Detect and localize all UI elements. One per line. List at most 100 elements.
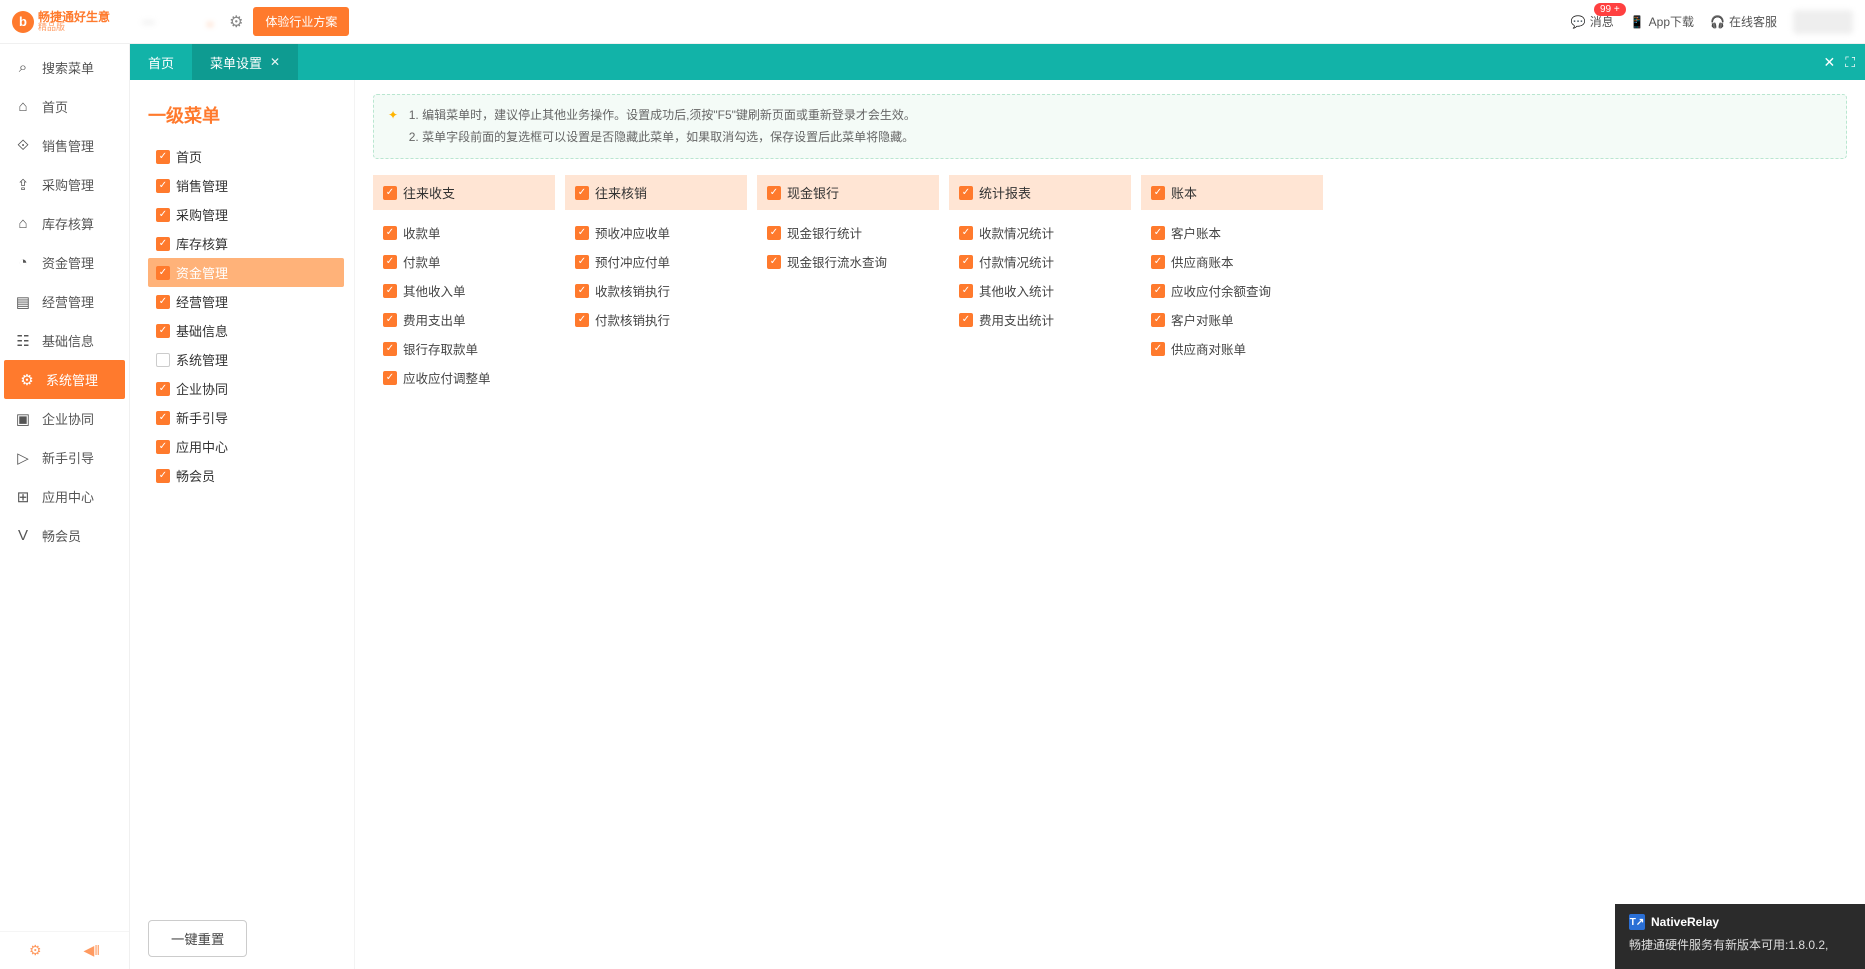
checkbox-icon[interactable]: ✓ [767, 226, 781, 240]
checkbox-icon[interactable]: ✓ [575, 255, 589, 269]
checkbox-icon[interactable]: ✓ [575, 284, 589, 298]
nav-item-11[interactable]: ⊞应用中心 [0, 477, 129, 516]
submenu-item[interactable]: ✓银行存取款单 [383, 334, 545, 363]
checkbox-icon[interactable]: ✓ [156, 382, 170, 396]
update-toast[interactable]: T↗ NativeRelay 畅捷通硬件服务有新版本可用:1.8.0.2, [1615, 904, 1865, 969]
settings-footer-icon[interactable]: ⚙ [29, 942, 42, 959]
tab-home[interactable]: 首页 [130, 44, 192, 80]
primary-menu-item[interactable]: ✓企业协同 [148, 374, 344, 403]
nav-item-9[interactable]: ▣企业协同 [0, 399, 129, 438]
submenu-item[interactable]: ✓客户账本 [1151, 218, 1313, 247]
messages-button[interactable]: 💬 消息 99 + [1571, 13, 1614, 30]
checkbox-icon[interactable]: ✓ [575, 186, 589, 200]
gear-icon[interactable]: ⚙ [229, 12, 243, 32]
primary-menu-item[interactable]: ✓销售管理 [148, 171, 344, 200]
checkbox-icon[interactable]: ✓ [959, 226, 973, 240]
submenu-item[interactable]: ✓付款核销执行 [575, 305, 737, 334]
submenu-item[interactable]: ✓现金银行流水查询 [767, 247, 929, 276]
checkbox-icon[interactable]: ✓ [383, 186, 397, 200]
checkbox-icon[interactable]: ✓ [575, 226, 589, 240]
submenu-item[interactable]: ✓客户对账单 [1151, 305, 1313, 334]
nav-item-8[interactable]: ⚙系统管理 [4, 360, 125, 399]
primary-menu-item[interactable]: ✓系统管理 [148, 345, 344, 374]
nav-item-6[interactable]: ▤经营管理 [0, 282, 129, 321]
submenu-item[interactable]: ✓预付冲应付单 [575, 247, 737, 276]
nav-item-2[interactable]: ⟐销售管理 [0, 126, 129, 165]
nav-item-7[interactable]: ☷基础信息 [0, 321, 129, 360]
checkbox-icon[interactable]: ✓ [383, 255, 397, 269]
submenu-item[interactable]: ✓预收冲应收单 [575, 218, 737, 247]
nav-item-5[interactable]: ◔资金管理 [0, 243, 129, 282]
checkbox-icon[interactable]: ✓ [1151, 226, 1165, 240]
close-all-tabs-icon[interactable]: ✕ [1823, 54, 1835, 71]
submenu-item[interactable]: ✓费用支出统计 [959, 305, 1121, 334]
menu-group-header[interactable]: ✓统计报表 [949, 175, 1131, 210]
submenu-item[interactable]: ✓应收应付调整单 [383, 363, 545, 392]
primary-menu-item[interactable]: ✓资金管理 [148, 258, 344, 287]
checkbox-icon[interactable]: ✓ [383, 284, 397, 298]
nav-item-4[interactable]: ⌂库存核算 [0, 204, 129, 243]
checkbox-icon[interactable]: ✓ [156, 266, 170, 280]
try-plan-button[interactable]: 体验行业方案 [253, 7, 349, 36]
fullscreen-icon[interactable]: ⛶ [1845, 54, 1855, 71]
checkbox-icon[interactable]: ✓ [1151, 313, 1165, 327]
checkbox-icon[interactable]: ✓ [1151, 342, 1165, 356]
primary-menu-item[interactable]: ✓库存核算 [148, 229, 344, 258]
submenu-item[interactable]: ✓供应商对账单 [1151, 334, 1313, 363]
submenu-item[interactable]: ✓收款单 [383, 218, 545, 247]
checkbox-icon[interactable]: ✓ [156, 440, 170, 454]
primary-menu-item[interactable]: ✓经营管理 [148, 287, 344, 316]
checkbox-icon[interactable]: ✓ [767, 255, 781, 269]
menu-group-header[interactable]: ✓现金银行 [757, 175, 939, 210]
checkbox-icon[interactable]: ✓ [156, 353, 170, 367]
submenu-item[interactable]: ✓付款情况统计 [959, 247, 1121, 276]
primary-menu-item[interactable]: ✓首页 [148, 142, 344, 171]
checkbox-icon[interactable]: ✓ [959, 284, 973, 298]
checkbox-icon[interactable]: ✓ [959, 186, 973, 200]
checkbox-icon[interactable]: ✓ [156, 208, 170, 222]
checkbox-icon[interactable]: ✓ [156, 179, 170, 193]
nav-item-12[interactable]: V畅会员 [0, 516, 129, 555]
primary-menu-item[interactable]: ✓采购管理 [148, 200, 344, 229]
checkbox-icon[interactable]: ✓ [383, 342, 397, 356]
nav-item-3[interactable]: ⇪采购管理 [0, 165, 129, 204]
collapse-nav-icon[interactable]: ◀‖ [83, 942, 100, 959]
checkbox-icon[interactable]: ✓ [1151, 255, 1165, 269]
menu-group-header[interactable]: ✓往来核销 [565, 175, 747, 210]
app-download-button[interactable]: 📱 App下载 [1630, 13, 1694, 30]
reset-button[interactable]: 一键重置 [148, 920, 247, 957]
checkbox-icon[interactable]: ✓ [156, 295, 170, 309]
close-icon[interactable]: ✕ [270, 55, 280, 69]
submenu-item[interactable]: ✓现金银行统计 [767, 218, 929, 247]
checkbox-icon[interactable]: ✓ [156, 237, 170, 251]
checkbox-icon[interactable]: ✓ [156, 411, 170, 425]
submenu-item[interactable]: ✓供应商账本 [1151, 247, 1313, 276]
menu-group-header[interactable]: ✓往来收支 [373, 175, 555, 210]
submenu-item[interactable]: ✓费用支出单 [383, 305, 545, 334]
submenu-item[interactable]: ✓其他收入统计 [959, 276, 1121, 305]
checkbox-icon[interactable]: ✓ [767, 186, 781, 200]
nav-item-1[interactable]: ⌂首页 [0, 87, 129, 126]
primary-menu-item[interactable]: ✓畅会员 [148, 461, 344, 490]
menu-group-header[interactable]: ✓账本 [1141, 175, 1323, 210]
checkbox-icon[interactable]: ✓ [156, 324, 170, 338]
submenu-item[interactable]: ✓收款核销执行 [575, 276, 737, 305]
checkbox-icon[interactable]: ✓ [959, 255, 973, 269]
online-support-button[interactable]: 🎧 在线客服 [1710, 13, 1777, 30]
user-avatar[interactable] [1793, 10, 1853, 34]
checkbox-icon[interactable]: ✓ [1151, 186, 1165, 200]
primary-menu-item[interactable]: ✓基础信息 [148, 316, 344, 345]
tenant-selector[interactable]: — ⌄ [142, 14, 215, 29]
checkbox-icon[interactable]: ✓ [1151, 284, 1165, 298]
primary-menu-item[interactable]: ✓应用中心 [148, 432, 344, 461]
submenu-item[interactable]: ✓付款单 [383, 247, 545, 276]
checkbox-icon[interactable]: ✓ [959, 313, 973, 327]
nav-item-10[interactable]: ▷新手引导 [0, 438, 129, 477]
checkbox-icon[interactable]: ✓ [383, 226, 397, 240]
checkbox-icon[interactable]: ✓ [383, 313, 397, 327]
submenu-item[interactable]: ✓其他收入单 [383, 276, 545, 305]
checkbox-icon[interactable]: ✓ [575, 313, 589, 327]
checkbox-icon[interactable]: ✓ [156, 150, 170, 164]
submenu-item[interactable]: ✓收款情况统计 [959, 218, 1121, 247]
submenu-item[interactable]: ✓应收应付余额查询 [1151, 276, 1313, 305]
